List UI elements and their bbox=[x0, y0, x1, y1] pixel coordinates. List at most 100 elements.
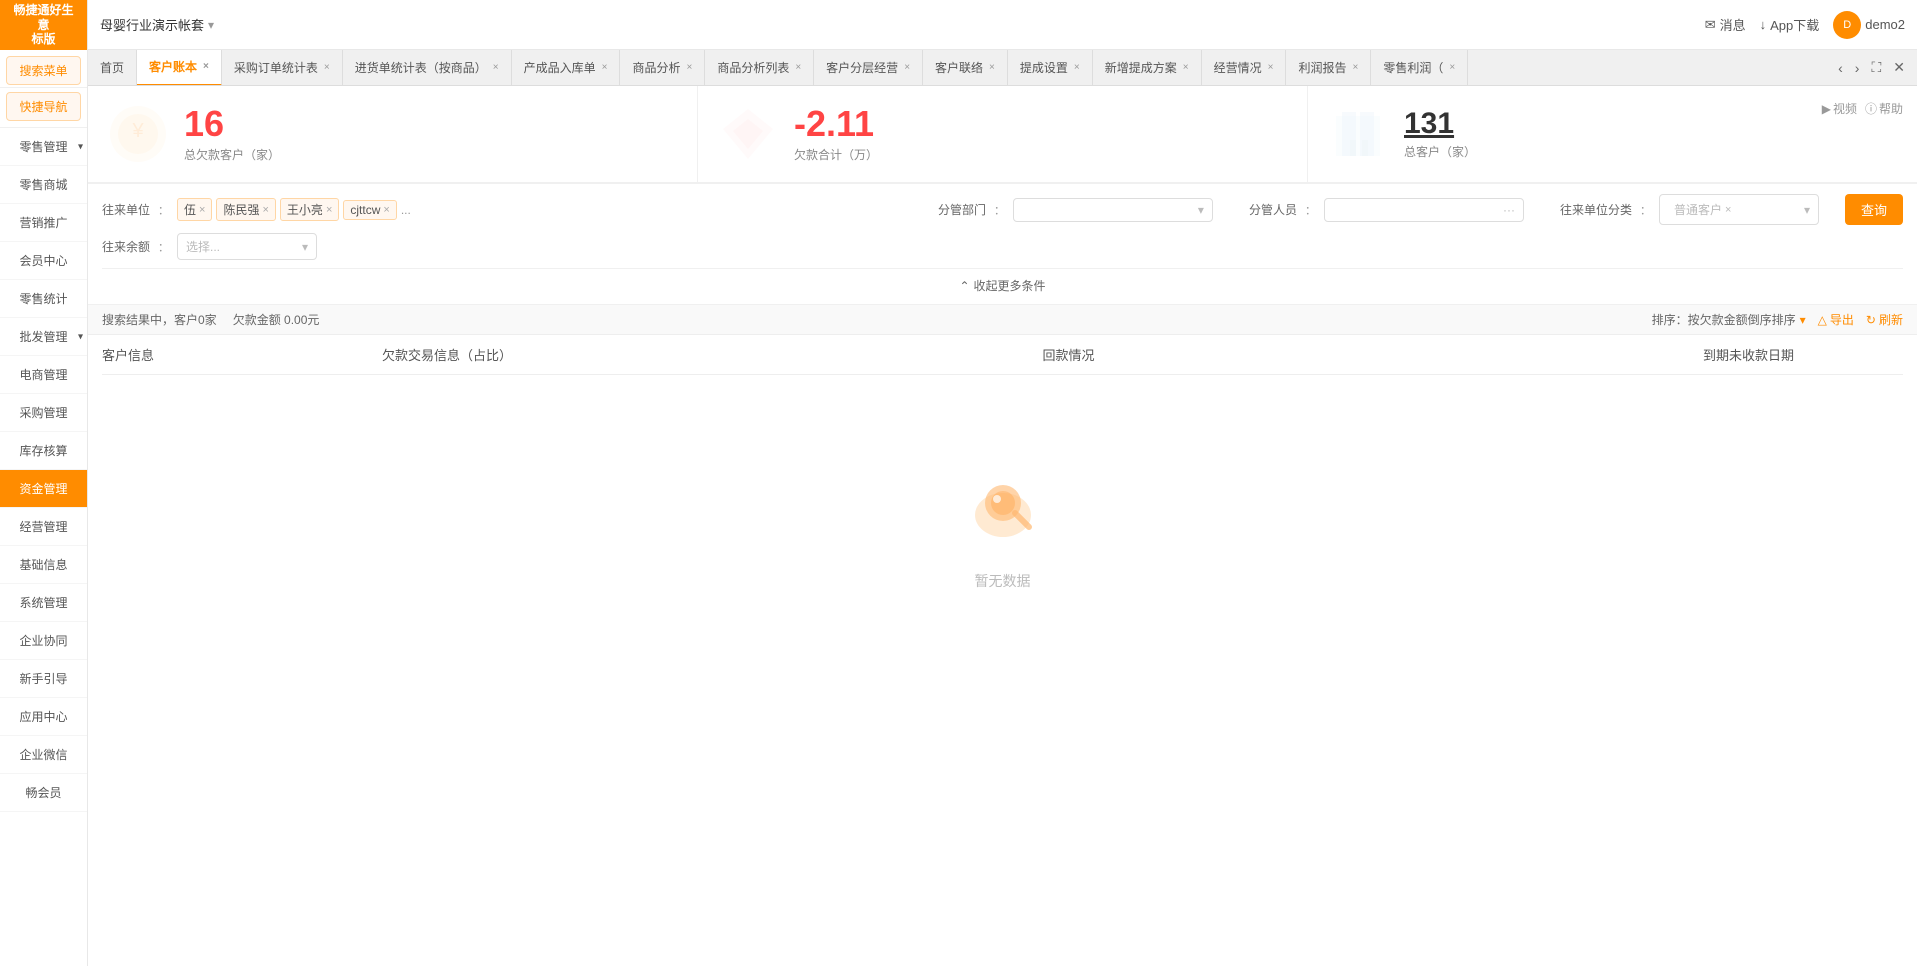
user-menu[interactable]: D demo2 bbox=[1833, 11, 1905, 39]
app-download-button[interactable]: ↓ App下载 bbox=[1760, 15, 1820, 34]
tab-close-product-analysis-list[interactable]: × bbox=[795, 62, 801, 73]
tab-purchase-order[interactable]: 采购订单统计表× bbox=[222, 50, 343, 86]
tab-operations-status[interactable]: 经营情况× bbox=[1202, 50, 1287, 86]
tab-customer-contact[interactable]: 客户联络× bbox=[923, 50, 1008, 86]
sidebar-item-vip[interactable]: 畅会员 bbox=[0, 774, 87, 812]
query-button[interactable]: 查询 bbox=[1845, 194, 1903, 225]
refresh-button[interactable]: ↻ 刷新 bbox=[1866, 311, 1903, 328]
stat-help-area: ▶ 视频 ⓘ 帮助 bbox=[1822, 100, 1903, 117]
person-more-icon: ··· bbox=[1503, 203, 1515, 217]
video-icon: ▶ bbox=[1822, 102, 1831, 116]
tab-close-all-button[interactable]: ✕ bbox=[1889, 57, 1909, 78]
sidebar-item-app-center[interactable]: 应用中心 bbox=[0, 698, 87, 736]
sidebar-item-wholesale[interactable]: 批发管理 bbox=[0, 318, 87, 356]
total-customers-number: 16 bbox=[184, 106, 280, 142]
chevron-down-icon[interactable]: ▾ bbox=[208, 18, 214, 32]
coin-icon: ¥ bbox=[108, 104, 168, 164]
filter-tag-tag1: 伍× bbox=[177, 198, 212, 221]
remove-classify-classify1[interactable]: × bbox=[1725, 204, 1731, 216]
debt-amount-info: 欠款金额 0.00元 bbox=[233, 311, 320, 328]
tab-maximize-button[interactable]: ⛶ bbox=[1867, 57, 1885, 78]
quick-nav-button[interactable]: 快捷导航 bbox=[6, 92, 81, 121]
sidebar-item-retail-mgmt[interactable]: 零售管理 bbox=[0, 128, 87, 166]
unit-label: 往来单位 bbox=[102, 201, 150, 218]
tab-boost-settings[interactable]: 提成设置× bbox=[1008, 50, 1093, 86]
tab-product-analysis[interactable]: 商品分析× bbox=[620, 50, 705, 86]
sort-label: 排序：按欠款金额倒序排序 bbox=[1652, 311, 1796, 328]
search-menu-button[interactable]: 搜索菜单 bbox=[6, 56, 81, 85]
classify-tag-classify1: 普通客户× bbox=[1668, 199, 1737, 220]
sidebar-item-inventory[interactable]: 库存核算 bbox=[0, 432, 87, 470]
balance-selector[interactable]: 选择... ▾ bbox=[177, 233, 317, 260]
remove-tag-tag4[interactable]: × bbox=[383, 204, 389, 216]
sidebar-item-ecommerce[interactable]: 电商管理 bbox=[0, 356, 87, 394]
sidebar-item-retail-stats[interactable]: 零售统计 bbox=[0, 280, 87, 318]
sidebar-item-operations[interactable]: 经营管理 bbox=[0, 508, 87, 546]
avatar: D bbox=[1833, 11, 1861, 39]
topbar: 母婴行业演示帐套 ▾ ✉ 消息 ↓ App下载 D demo2 bbox=[88, 0, 1917, 50]
remove-tag-tag3[interactable]: × bbox=[326, 204, 332, 216]
account-selector[interactable]: 母婴行业演示帐套 ▾ bbox=[100, 15, 214, 34]
tab-close-product-in[interactable]: × bbox=[602, 62, 608, 73]
building-icon bbox=[1328, 104, 1388, 164]
tab-close-profit-report[interactable]: × bbox=[1352, 62, 1358, 73]
page-content: ¥ 16 总欠款客户（家） bbox=[88, 86, 1917, 966]
tab-customer-cost[interactable]: 客户账本 × bbox=[137, 50, 222, 86]
tab-label-new-boost: 新增提成方案 bbox=[1105, 59, 1177, 76]
diamond-icon bbox=[718, 104, 778, 164]
tab-bar: 首页客户账本×采购订单统计表×进货单统计表（按商品）×产成品入库单×商品分析×商… bbox=[88, 50, 1917, 86]
tab-home[interactable]: 首页 bbox=[88, 50, 137, 86]
tab-prev-button[interactable]: ‹ bbox=[1834, 58, 1847, 78]
empty-text: 暂无数据 bbox=[975, 571, 1031, 591]
tab-stock-stats[interactable]: 进货单统计表（按商品）× bbox=[343, 50, 512, 86]
remove-tag-tag1[interactable]: × bbox=[199, 204, 205, 216]
tab-product-analysis-list[interactable]: 商品分析列表× bbox=[705, 50, 814, 86]
sidebar-item-system[interactable]: 系统管理 bbox=[0, 584, 87, 622]
person-selector[interactable]: ··· bbox=[1324, 198, 1524, 222]
tab-close-boost-settings[interactable]: × bbox=[1074, 62, 1080, 73]
help-button[interactable]: ⓘ 帮助 bbox=[1865, 100, 1903, 117]
tab-close-retail-profit[interactable]: × bbox=[1449, 62, 1455, 73]
sort-button[interactable]: 排序：按欠款金额倒序排序 ▾ bbox=[1652, 311, 1806, 328]
tab-close-product-analysis[interactable]: × bbox=[686, 62, 692, 73]
sidebar-item-basic-info[interactable]: 基础信息 bbox=[0, 546, 87, 584]
sidebar-item-corp-coop[interactable]: 企业协同 bbox=[0, 622, 87, 660]
tab-close-customer-cost[interactable]: × bbox=[203, 61, 209, 72]
dept-selector[interactable]: ▾ bbox=[1013, 198, 1213, 222]
collapse-button[interactable]: ⌃ 收起更多条件 bbox=[102, 277, 1903, 294]
dept-label: 分管部门 bbox=[938, 201, 986, 218]
tab-close-customer-contact[interactable]: × bbox=[989, 62, 995, 73]
video-help-button[interactable]: ▶ 视频 bbox=[1822, 100, 1857, 117]
tab-profit-report[interactable]: 利润报告× bbox=[1286, 50, 1371, 86]
filter-row-2: 往来余额 ： 选择... ▾ bbox=[102, 233, 1903, 260]
classify-selector[interactable]: 普通客户× ▾ bbox=[1659, 194, 1819, 225]
sidebar: 畅捷通好生意 标版 搜索菜单 快捷导航 零售管理零售商城营销推广会员中心零售统计… bbox=[0, 0, 88, 966]
tab-label-customer-cost: 客户账本 bbox=[149, 58, 197, 75]
messages-button[interactable]: ✉ 消息 bbox=[1705, 15, 1746, 34]
sidebar-item-retail-mall[interactable]: 零售商城 bbox=[0, 166, 87, 204]
filter-tags-more[interactable]: ... bbox=[401, 203, 411, 217]
tab-close-operations-status[interactable]: × bbox=[1268, 62, 1274, 73]
tab-close-stock-stats[interactable]: × bbox=[493, 62, 499, 73]
tab-close-new-boost[interactable]: × bbox=[1183, 62, 1189, 73]
remove-tag-tag2[interactable]: × bbox=[262, 204, 268, 216]
sidebar-item-enterprise-wx[interactable]: 企业微信 bbox=[0, 736, 87, 774]
messages-label: 消息 bbox=[1720, 15, 1746, 34]
tab-close-customer-tier[interactable]: × bbox=[904, 62, 910, 73]
chevron-up-icon: ⌃ bbox=[959, 279, 969, 293]
tab-new-boost[interactable]: 新增提成方案 × bbox=[1093, 50, 1202, 86]
filter-tags-unit: 伍×陈民强×王小亮×cjttcw×... bbox=[177, 198, 882, 221]
empty-icon bbox=[953, 455, 1053, 555]
export-button[interactable]: △ 导出 bbox=[1818, 311, 1854, 328]
sidebar-item-marketing[interactable]: 营销推广 bbox=[0, 204, 87, 242]
tab-next-button[interactable]: › bbox=[1851, 58, 1864, 78]
tab-close-purchase-order[interactable]: × bbox=[324, 62, 330, 73]
tab-product-in[interactable]: 产成品入库单× bbox=[512, 50, 621, 86]
sidebar-item-new-guide[interactable]: 新手引导 bbox=[0, 660, 87, 698]
sidebar-item-finance[interactable]: 资金管理 bbox=[0, 470, 87, 508]
sidebar-item-purchase[interactable]: 采购管理 bbox=[0, 394, 87, 432]
classify-chevron-icon: ▾ bbox=[1804, 203, 1810, 217]
tab-retail-profit[interactable]: 零售利润（× bbox=[1371, 50, 1468, 86]
tab-customer-tier[interactable]: 客户分层经营× bbox=[814, 50, 923, 86]
sidebar-item-member[interactable]: 会员中心 bbox=[0, 242, 87, 280]
